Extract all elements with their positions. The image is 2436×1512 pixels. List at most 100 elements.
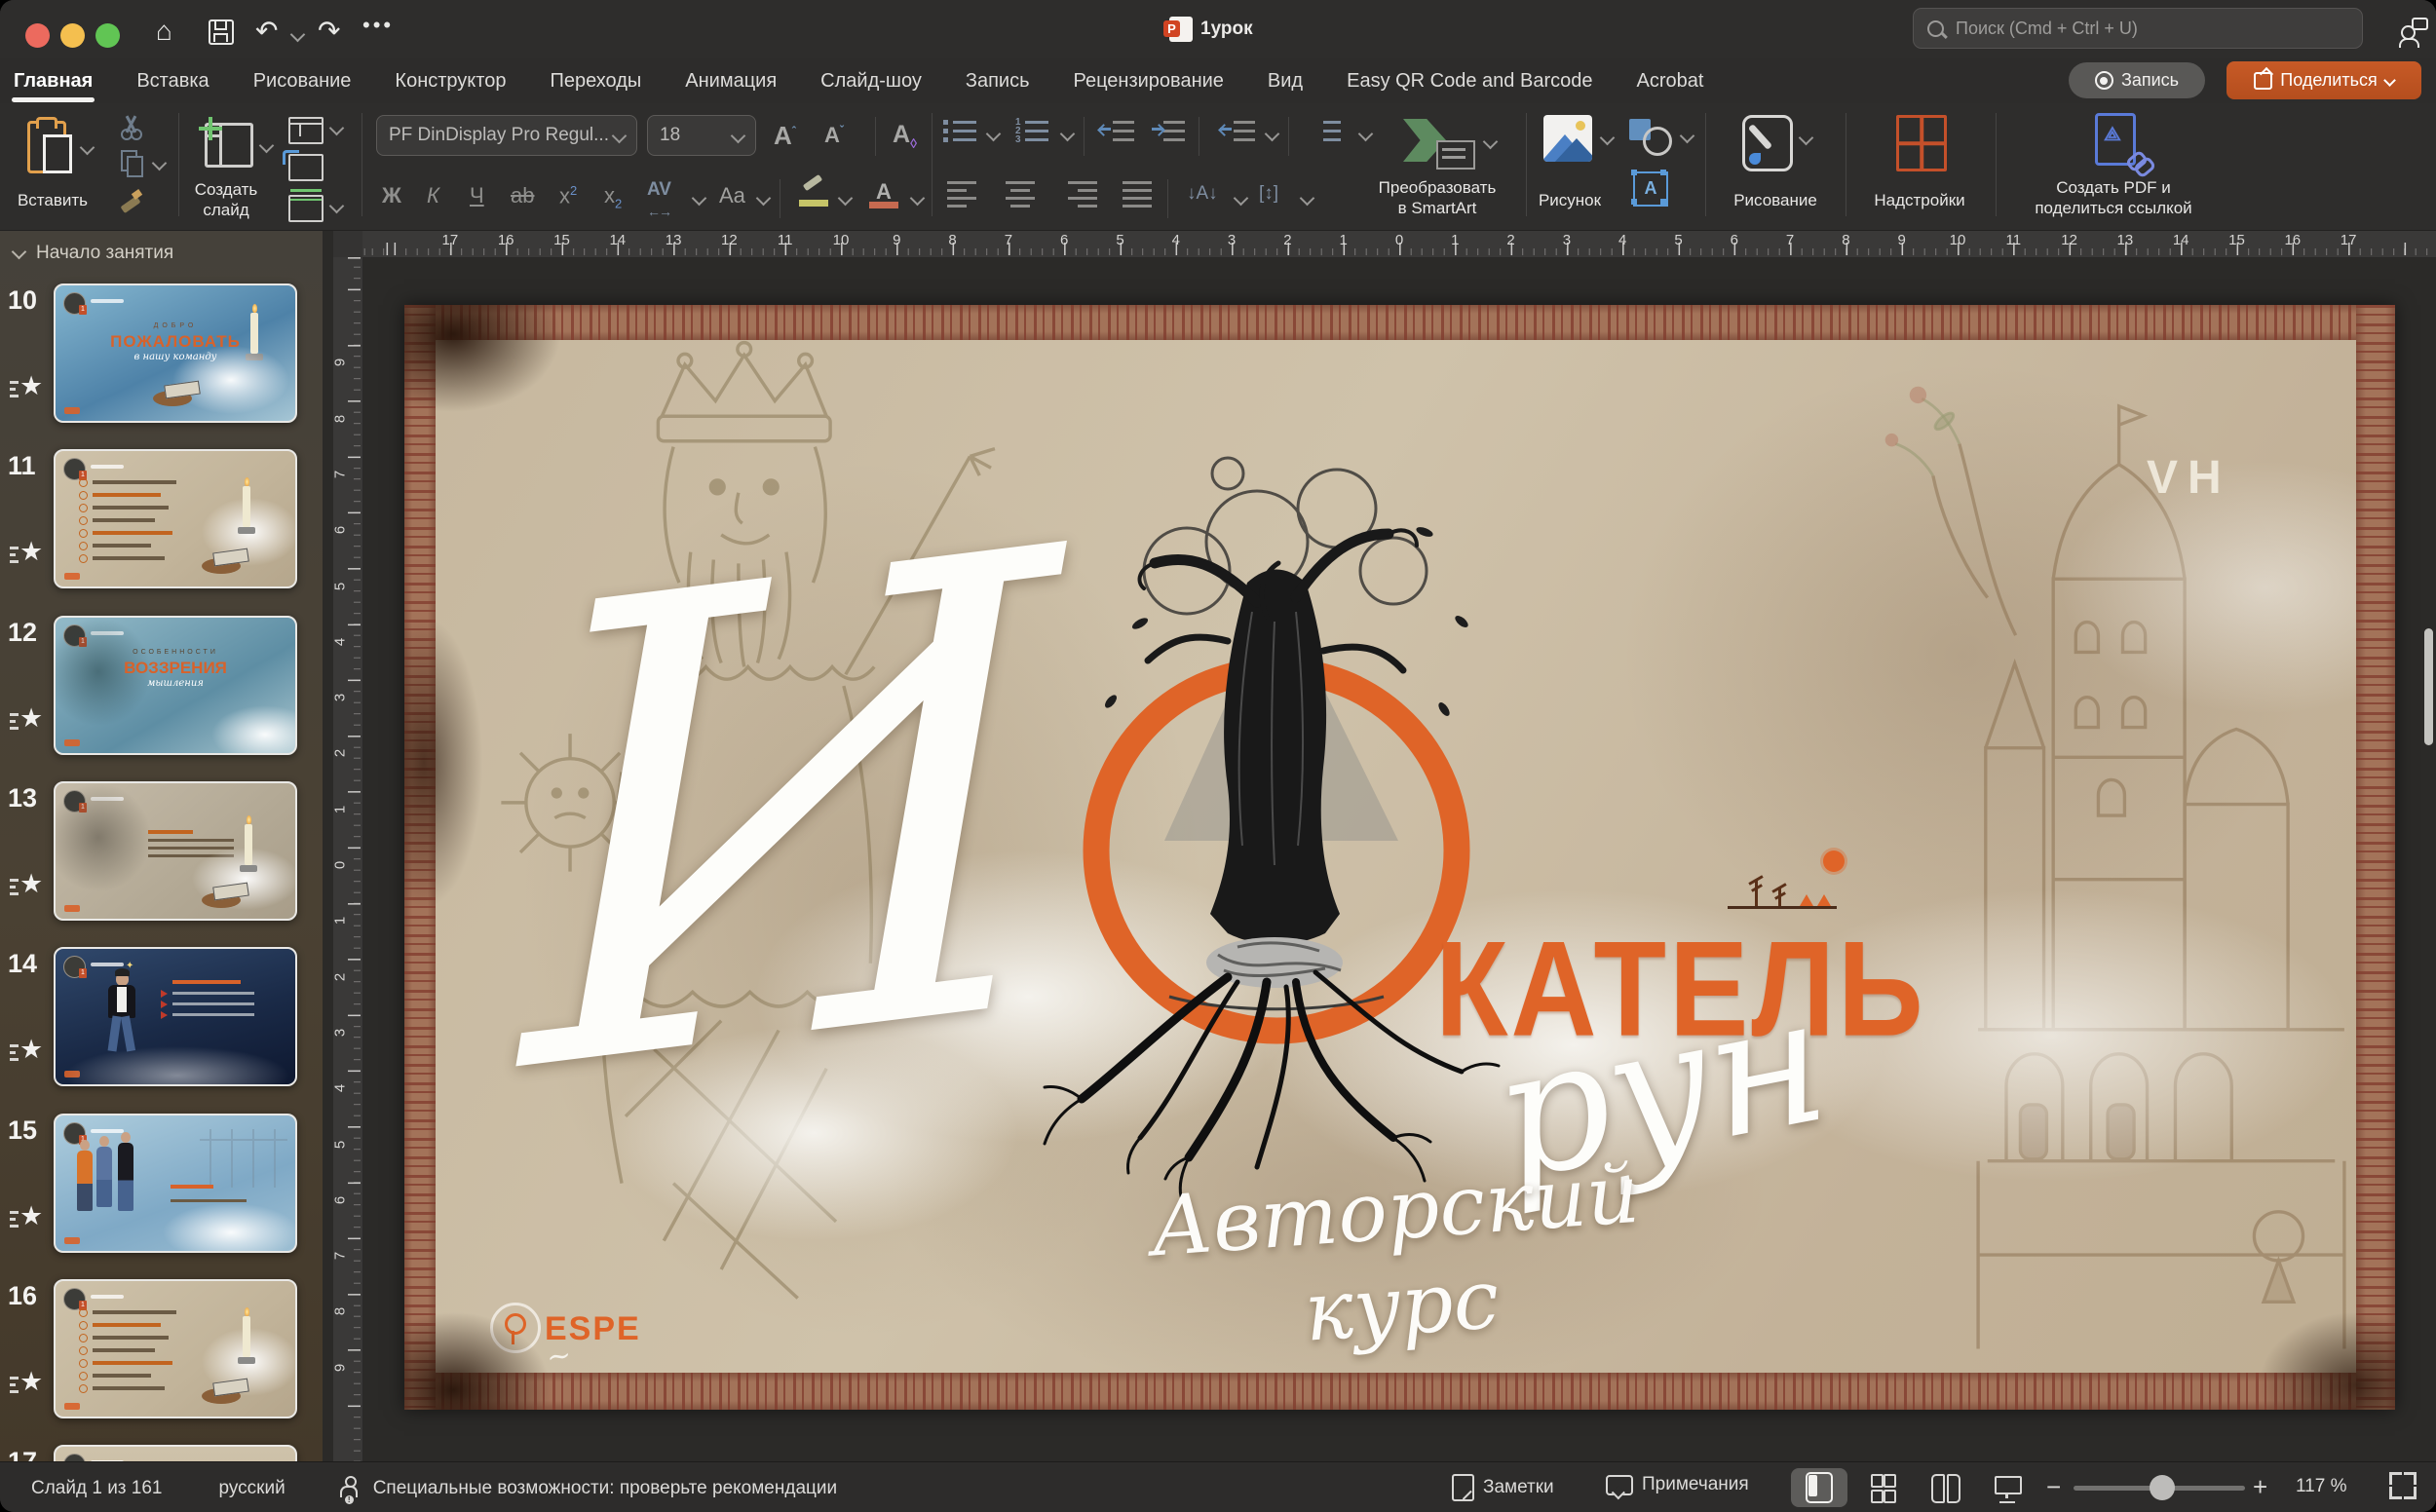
- vertical-scrollbar-thumb[interactable]: [2424, 628, 2433, 745]
- section-collapse-icon[interactable]: [11, 244, 27, 259]
- cut-icon[interactable]: [119, 115, 144, 140]
- highlight-color-icon[interactable]: [799, 173, 828, 207]
- section-header[interactable]: Начало занятия: [11, 243, 173, 264]
- align-text-icon[interactable]: [↕]: [1259, 183, 1278, 205]
- format-painter-icon[interactable]: [119, 189, 144, 214]
- copy-icon[interactable]: [119, 150, 144, 177]
- insert-picture-icon[interactable]: [1543, 115, 1592, 162]
- presenter-chat-icon[interactable]: [2399, 18, 2428, 48]
- new-slide-label[interactable]: Создать слайд: [177, 179, 275, 220]
- paste-chevron-icon[interactable]: [79, 139, 95, 156]
- picture-label[interactable]: Рисунок: [1516, 191, 1623, 210]
- slide-counter[interactable]: Слайд 1 из 161: [31, 1478, 163, 1499]
- picture-chevron-icon[interactable]: [1599, 130, 1616, 146]
- bold-icon[interactable]: Ж: [382, 183, 401, 208]
- tab-Главная[interactable]: Главная: [12, 66, 95, 102]
- create-pdf-icon[interactable]: ⟁: [2095, 113, 2157, 179]
- change-case-icon[interactable]: Aa: [719, 183, 745, 208]
- tab-Easy QR Code and Barcode[interactable]: Easy QR Code and Barcode: [1345, 66, 1594, 96]
- italic-icon[interactable]: К: [427, 183, 439, 208]
- reading-view-button[interactable]: [1918, 1468, 1974, 1507]
- underline-icon[interactable]: Ч: [470, 183, 484, 208]
- draw-label[interactable]: Рисование: [1717, 191, 1834, 210]
- font-size-select[interactable]: 18: [647, 115, 756, 156]
- grow-font-icon[interactable]: Аˆ: [774, 121, 796, 151]
- normal-view-button[interactable]: [1791, 1468, 1847, 1507]
- shapes-icon[interactable]: [1629, 119, 1672, 156]
- text-direction-chevron-icon[interactable]: [1233, 190, 1249, 207]
- slide-thumbnail-16[interactable]: 1: [54, 1279, 297, 1418]
- line-spacing-chevron-icon[interactable]: [1264, 126, 1280, 142]
- align-right-icon[interactable]: [1064, 181, 1097, 208]
- slide-thumbnail-13[interactable]: 1: [54, 781, 297, 921]
- redo-icon[interactable]: ↷: [318, 18, 340, 45]
- decrease-indent-icon[interactable]: [1099, 119, 1134, 144]
- paste-icon[interactable]: [27, 117, 72, 173]
- home-icon[interactable]: ⌂: [156, 18, 172, 45]
- close-window-button[interactable]: [25, 23, 50, 48]
- tab-Вставка[interactable]: Вставка: [134, 66, 210, 96]
- more-commands-icon[interactable]: •••: [362, 12, 394, 39]
- shapes-chevron-icon[interactable]: [1679, 128, 1695, 144]
- tab-Переходы[interactable]: Переходы: [548, 66, 643, 96]
- strikethrough-icon[interactable]: ab: [511, 183, 534, 208]
- fullscreen-icon[interactable]: [2389, 1472, 2417, 1499]
- section-icon[interactable]: [288, 189, 324, 222]
- slide-thumbnail-15[interactable]: 1: [54, 1114, 297, 1253]
- zoom-in-button[interactable]: +: [2253, 1472, 2267, 1502]
- slide-thumbnail-12[interactable]: 1ОСОБЕННОСТИВОЗЗРЕНИЯмышления: [54, 616, 297, 755]
- accessibility-text[interactable]: Специальные возможности: проверьте реком…: [373, 1478, 837, 1499]
- slide-sorter-view-button[interactable]: [1855, 1468, 1912, 1507]
- character-spacing-icon[interactable]: AV ←→: [647, 179, 672, 222]
- zoom-out-button[interactable]: −: [2046, 1472, 2061, 1502]
- spacing-chevron-icon[interactable]: [691, 190, 707, 207]
- columns-chevron-icon[interactable]: [1357, 126, 1374, 142]
- language-label[interactable]: русский: [219, 1478, 285, 1499]
- tab-Запись[interactable]: Запись: [964, 66, 1032, 96]
- tab-Рецензирование[interactable]: Рецензирование: [1071, 66, 1225, 96]
- numbering-chevron-icon[interactable]: [1059, 126, 1076, 142]
- undo-chevron-icon[interactable]: [289, 26, 306, 43]
- increase-indent-icon[interactable]: [1150, 119, 1185, 144]
- bullets-icon[interactable]: [943, 119, 976, 144]
- clear-formatting-icon[interactable]: А◊: [893, 121, 917, 151]
- highlight-chevron-icon[interactable]: [837, 190, 854, 207]
- align-center-icon[interactable]: [1006, 181, 1039, 208]
- smartart-icon[interactable]: [1403, 119, 1475, 170]
- subscript-icon[interactable]: x2: [604, 183, 622, 210]
- draw-icon[interactable]: [1742, 115, 1793, 171]
- text-direction-icon[interactable]: ↓A↓: [1187, 183, 1218, 205]
- minimize-window-button[interactable]: [60, 23, 85, 48]
- layout-chevron-icon[interactable]: [328, 120, 345, 136]
- zoom-percentage[interactable]: 117 %: [2296, 1476, 2346, 1497]
- search-input[interactable]: Поиск (Cmd + Ctrl + U): [1913, 8, 2363, 49]
- tab-Вид[interactable]: Вид: [1266, 66, 1305, 96]
- tab-Acrobat[interactable]: Acrobat: [1634, 66, 1705, 96]
- slide-thumbnail-14[interactable]: 1 ✦: [54, 947, 297, 1086]
- slide-thumbnail-17[interactable]: 1: [54, 1445, 297, 1461]
- justify-icon[interactable]: [1123, 181, 1156, 208]
- numbering-icon[interactable]: 123: [1015, 118, 1048, 145]
- shrink-font-icon[interactable]: Аˇ: [824, 123, 844, 148]
- smartart-label[interactable]: Преобразовать в SmartArt: [1345, 177, 1530, 218]
- bullets-chevron-icon[interactable]: [985, 126, 1002, 142]
- draw-chevron-icon[interactable]: [1798, 130, 1814, 146]
- align-left-icon[interactable]: [947, 181, 980, 208]
- record-button[interactable]: Запись: [2069, 62, 2205, 98]
- columns-icon[interactable]: [1313, 119, 1347, 144]
- create-pdf-label[interactable]: Создать PDF и поделиться ссылкой: [2011, 177, 2216, 218]
- copy-chevron-icon[interactable]: [151, 155, 168, 171]
- font-name-select[interactable]: PF DinDisplay Pro Regul...: [376, 115, 637, 156]
- paste-label[interactable]: Вставить: [6, 191, 99, 210]
- font-color-chevron-icon[interactable]: [909, 190, 926, 207]
- slide-thumbnail-10[interactable]: 1ДОБРОПОЖАЛОВАТЬв нашу команду: [54, 284, 297, 423]
- notes-button[interactable]: Заметки: [1452, 1474, 1554, 1501]
- superscript-icon[interactable]: x2: [559, 183, 577, 208]
- section-chevron-icon[interactable]: [328, 198, 345, 214]
- undo-icon[interactable]: ↶: [255, 18, 278, 45]
- slide-thumbnail-11[interactable]: 1: [54, 449, 297, 588]
- line-spacing-icon[interactable]: [1220, 119, 1255, 144]
- zoom-window-button[interactable]: [95, 23, 120, 48]
- font-color-icon[interactable]: А: [869, 179, 898, 208]
- tab-Слайд-шоу[interactable]: Слайд-шоу: [818, 66, 924, 96]
